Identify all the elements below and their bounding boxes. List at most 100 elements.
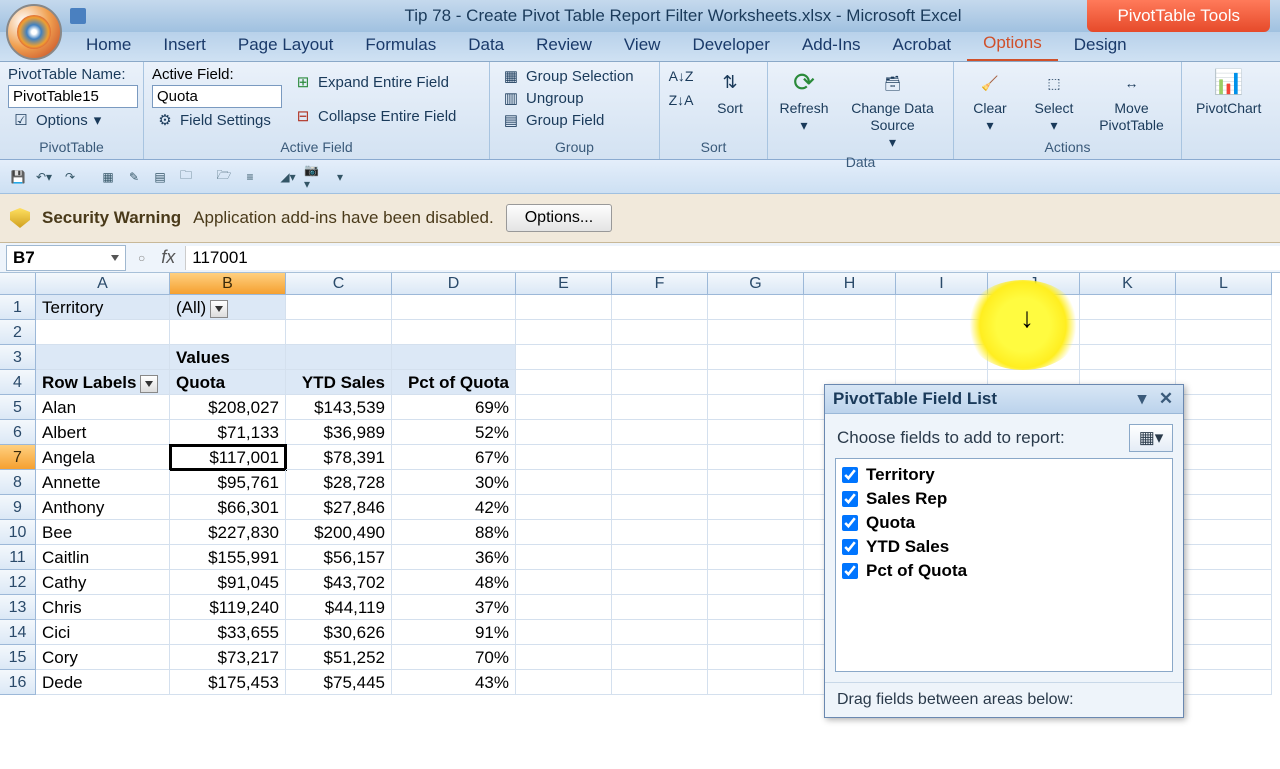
row-header-11[interactable]: 11 [0, 545, 36, 570]
cell[interactable] [708, 645, 804, 670]
cell-name[interactable]: Albert [36, 420, 170, 445]
cell[interactable] [612, 295, 708, 320]
clear-button[interactable]: 🧹Clear▾ [962, 66, 1018, 136]
column-header-I[interactable]: I [896, 273, 988, 295]
cell-ytd[interactable]: $28,728 [286, 470, 392, 495]
save-icon[interactable]: 💾 [8, 167, 28, 187]
tab-design[interactable]: Design [1058, 29, 1143, 61]
cell-pct[interactable]: 70% [392, 645, 516, 670]
column-header-L[interactable]: L [1176, 273, 1272, 295]
qat-icon-8[interactable]: 📷▾ [304, 167, 324, 187]
select-all-corner[interactable] [0, 273, 36, 295]
cell-ytd[interactable]: $200,490 [286, 520, 392, 545]
cell-quota[interactable]: $33,655 [170, 620, 286, 645]
cell-ytd[interactable]: $30,626 [286, 620, 392, 645]
cell-ytd[interactable]: $78,391 [286, 445, 392, 470]
cell[interactable] [1176, 345, 1272, 370]
cell[interactable] [612, 520, 708, 545]
move-pivottable-button[interactable]: ↔Move PivotTable [1090, 66, 1173, 136]
tab-home[interactable]: Home [70, 29, 147, 61]
cell[interactable] [612, 345, 708, 370]
cell[interactable] [1176, 620, 1272, 645]
tab-insert[interactable]: Insert [147, 29, 222, 61]
field-checkbox[interactable] [842, 563, 858, 579]
cell-quota[interactable]: $175,453 [170, 670, 286, 695]
cell[interactable] [1176, 645, 1272, 670]
cell[interactable] [516, 595, 612, 620]
cell[interactable] [1176, 320, 1272, 345]
cell-quota[interactable]: $119,240 [170, 595, 286, 620]
cell-name[interactable]: Cory [36, 645, 170, 670]
field-checkbox[interactable] [842, 491, 858, 507]
cell[interactable] [1080, 345, 1176, 370]
cell-quota[interactable]: $117,001 [170, 445, 286, 470]
cell[interactable] [1080, 295, 1176, 320]
cell[interactable] [392, 295, 516, 320]
cell-ytd[interactable]: $43,702 [286, 570, 392, 595]
cell-name[interactable]: Bee [36, 520, 170, 545]
cell[interactable] [988, 295, 1080, 320]
formula-input[interactable] [185, 246, 1280, 270]
cell[interactable] [1176, 445, 1272, 470]
field-list-view-button[interactable]: ▦▾ [1129, 424, 1173, 452]
field-checkbox[interactable] [842, 515, 858, 531]
cell[interactable] [804, 320, 896, 345]
tab-review[interactable]: Review [520, 29, 608, 61]
row-header-15[interactable]: 15 [0, 645, 36, 670]
filter-dropdown-icon[interactable] [210, 300, 228, 318]
cell[interactable] [516, 295, 612, 320]
cell[interactable] [708, 345, 804, 370]
cell[interactable] [612, 620, 708, 645]
cell-quota[interactable]: $95,761 [170, 470, 286, 495]
cell-pct[interactable]: 52% [392, 420, 516, 445]
cell-ytd[interactable]: $27,846 [286, 495, 392, 520]
qat-icon-6[interactable]: ≡ [240, 167, 260, 187]
field-list-close-icon[interactable]: ✕ [1157, 390, 1175, 408]
cell[interactable] [612, 645, 708, 670]
cell[interactable] [516, 370, 612, 395]
qat-icon-4[interactable]: 🗀 [176, 167, 196, 187]
cell[interactable] [896, 320, 988, 345]
qat-icon-7[interactable]: ◢▾ [278, 167, 298, 187]
row-header-14[interactable]: 14 [0, 620, 36, 645]
cell[interactable] [1176, 545, 1272, 570]
pivottable-name-input[interactable] [8, 85, 138, 108]
cell-values-header[interactable]: Values [170, 345, 286, 370]
cell[interactable] [1176, 595, 1272, 620]
cell[interactable] [708, 620, 804, 645]
cell-quota[interactable]: $91,045 [170, 570, 286, 595]
cell[interactable] [392, 320, 516, 345]
cell[interactable] [516, 570, 612, 595]
fx-icon[interactable]: fx [151, 247, 185, 268]
field-list-box[interactable]: TerritorySales RepQuotaYTD SalesPct of Q… [835, 458, 1173, 672]
cell-name[interactable]: Cici [36, 620, 170, 645]
group-field-button[interactable]: ▤Group Field [498, 110, 638, 130]
cell[interactable] [36, 345, 170, 370]
cell-pct-header[interactable]: Pct of Quota [392, 370, 516, 395]
row-header-1[interactable]: 1 [0, 295, 36, 320]
cell-ytd[interactable]: $143,539 [286, 395, 392, 420]
field-quota[interactable]: Quota [840, 511, 1168, 535]
cell-name[interactable]: Angela [36, 445, 170, 470]
cell[interactable] [988, 345, 1080, 370]
security-options-button[interactable]: Options... [506, 204, 612, 232]
column-header-D[interactable]: D [392, 273, 516, 295]
cell[interactable] [708, 295, 804, 320]
cell[interactable] [612, 470, 708, 495]
tab-page-layout[interactable]: Page Layout [222, 29, 349, 61]
cell[interactable] [516, 320, 612, 345]
qat-icon-5[interactable]: 🗁 [214, 167, 234, 187]
cell-row-labels[interactable]: Row Labels [36, 370, 170, 395]
cell[interactable] [708, 370, 804, 395]
cell[interactable] [1176, 470, 1272, 495]
cell[interactable] [516, 620, 612, 645]
group-selection-button[interactable]: ▦Group Selection [498, 66, 638, 86]
cell[interactable] [708, 520, 804, 545]
field-ytd-sales[interactable]: YTD Sales [840, 535, 1168, 559]
tab-options[interactable]: Options [967, 27, 1058, 61]
cell-pct[interactable]: 36% [392, 545, 516, 570]
row-header-16[interactable]: 16 [0, 670, 36, 695]
row-header-2[interactable]: 2 [0, 320, 36, 345]
refresh-button[interactable]: ⟳ Refresh▾ [776, 66, 832, 136]
cell-quota[interactable]: $73,217 [170, 645, 286, 670]
